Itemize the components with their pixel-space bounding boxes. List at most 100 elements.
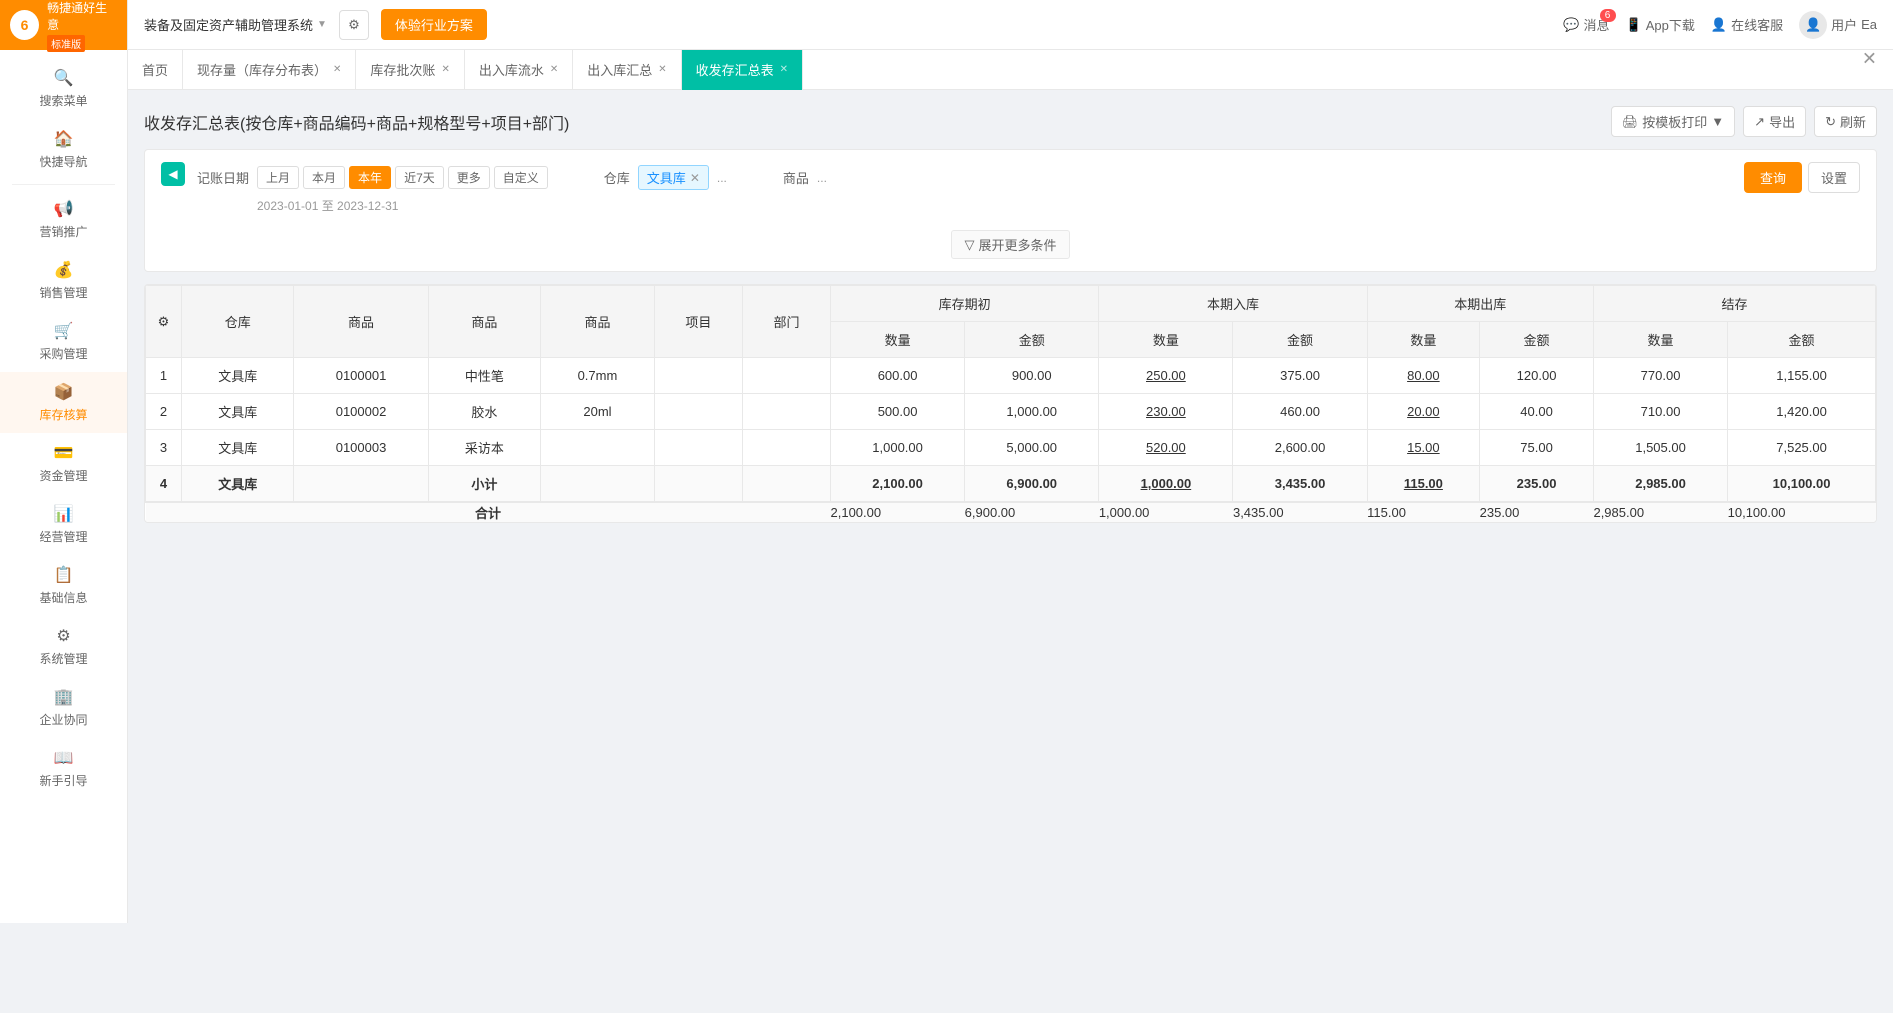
row-goods-spec bbox=[541, 430, 655, 466]
row-in-qty[interactable]: 1,000.00 bbox=[1099, 466, 1233, 503]
sidebar-item-sales[interactable]: 💰 销售管理 bbox=[0, 250, 127, 311]
experience-button[interactable]: 体验行业方案 bbox=[381, 9, 487, 40]
footer-opening-qty: 2,100.00 bbox=[831, 502, 965, 522]
date-buttons: 上月 本月 本年 近7天 更多 自定义 bbox=[257, 166, 548, 189]
message-icon: 💬 bbox=[1563, 17, 1579, 33]
sidebar-item-purchase[interactable]: 🛒 采购管理 bbox=[0, 311, 127, 372]
online-service-button[interactable]: 👤 在线客服 bbox=[1711, 15, 1783, 34]
date-btn-last-month[interactable]: 上月 bbox=[257, 166, 299, 189]
row-in-qty[interactable]: 250.00 bbox=[1099, 358, 1233, 394]
filter-toggle-button[interactable]: ◀ bbox=[161, 162, 185, 186]
tab-in-out-summary-close[interactable]: ✕ bbox=[658, 64, 666, 75]
system-title-dropdown[interactable]: 装备及固定资产辅助管理系统 ▼ bbox=[144, 15, 327, 34]
service-icon: 👤 bbox=[1711, 17, 1727, 33]
sidebar-item-search[interactable]: 🔍 搜索菜单 bbox=[0, 58, 127, 119]
tab-inventory-dist[interactable]: 现存量（库存分布表） ✕ bbox=[183, 50, 356, 90]
goods-label: 商品 bbox=[783, 168, 809, 187]
row-goods-code bbox=[294, 466, 428, 503]
row-in-qty-link[interactable]: 520.00 bbox=[1146, 440, 1186, 455]
tab-in-out-flow-close[interactable]: ✕ bbox=[550, 64, 558, 75]
search-icon: 🔍 bbox=[54, 68, 74, 88]
guide-icon: 📖 bbox=[54, 748, 74, 768]
date-btn-more[interactable]: 更多 bbox=[448, 166, 490, 189]
warehouse-more-button[interactable]: ... bbox=[717, 171, 727, 185]
row-opening-qty: 1,000.00 bbox=[831, 430, 965, 466]
row-out-qty-link[interactable]: 20.00 bbox=[1407, 404, 1440, 419]
sidebar-item-inventory[interactable]: 📦 库存核算 bbox=[0, 372, 127, 433]
row-out-qty-link[interactable]: 115.00 bbox=[1404, 476, 1443, 491]
dropdown-arrow-icon: ▼ bbox=[317, 19, 327, 30]
settings-button[interactable]: ⚙ bbox=[339, 10, 369, 40]
col-balance-amt-header: 金额 bbox=[1728, 322, 1876, 358]
sidebar-item-guide[interactable]: 📖 新手引导 bbox=[0, 738, 127, 799]
tabbar-close-all[interactable]: ✕ bbox=[1846, 49, 1893, 70]
date-btn-this-month[interactable]: 本月 bbox=[303, 166, 345, 189]
row-department bbox=[742, 358, 830, 394]
sidebar-item-operations[interactable]: 📊 经营管理 bbox=[0, 494, 127, 555]
row-in-qty[interactable]: 230.00 bbox=[1099, 394, 1233, 430]
topbar: 装备及固定资产辅助管理系统 ▼ ⚙ 体验行业方案 💬 消息 6 📱 App下载 … bbox=[128, 0, 1893, 50]
purchase-icon: 🛒 bbox=[54, 321, 74, 341]
col-project-header: 项目 bbox=[654, 286, 742, 358]
export-button[interactable]: ↗ 导出 bbox=[1743, 106, 1806, 137]
user-menu[interactable]: 👤 用户 Ea bbox=[1799, 11, 1877, 39]
tab-in-out-summary[interactable]: 出入库汇总 ✕ bbox=[573, 50, 681, 90]
expand-down-icon: ▽ bbox=[964, 237, 974, 253]
date-btn-custom[interactable]: 自定义 bbox=[494, 166, 548, 189]
tab-batch-close[interactable]: ✕ bbox=[441, 64, 449, 75]
row-out-qty[interactable]: 20.00 bbox=[1367, 394, 1480, 430]
sidebar-item-enterprise[interactable]: 🏢 企业协同 bbox=[0, 677, 127, 738]
row-out-qty[interactable]: 115.00 bbox=[1367, 466, 1480, 503]
goods-filter: 商品 ... bbox=[783, 168, 827, 187]
row-goods-spec: 20ml bbox=[541, 394, 655, 430]
settings-form-button[interactable]: 设置 bbox=[1808, 162, 1860, 193]
footer-balance-qty: 2,985.00 bbox=[1593, 502, 1727, 522]
row-in-qty-link[interactable]: 250.00 bbox=[1146, 368, 1186, 383]
row-in-qty[interactable]: 520.00 bbox=[1099, 430, 1233, 466]
row-in-qty-link[interactable]: 230.00 bbox=[1146, 404, 1186, 419]
row-warehouse: 文具库 bbox=[182, 466, 294, 503]
home-icon: 🏠 bbox=[54, 129, 74, 149]
print-button[interactable]: 🖨 按模板打印 ▼ bbox=[1611, 106, 1735, 137]
row-out-qty[interactable]: 15.00 bbox=[1367, 430, 1480, 466]
sidebar-item-marketing[interactable]: 📢 营销推广 bbox=[0, 189, 127, 250]
sidebar-item-system[interactable]: ⚙ 系统管理 bbox=[0, 616, 127, 677]
col-opening-amt-header: 金额 bbox=[965, 322, 1099, 358]
date-btn-this-year[interactable]: 本年 bbox=[349, 166, 391, 189]
row-goods-spec: 0.7mm bbox=[541, 358, 655, 394]
tab-inventory-dist-close[interactable]: ✕ bbox=[333, 64, 341, 75]
tab-collect-summary-close[interactable]: ✕ bbox=[780, 64, 788, 75]
row-opening-qty: 2,100.00 bbox=[831, 466, 965, 503]
row-balance-qty: 1,505.00 bbox=[1593, 430, 1727, 466]
row-project bbox=[654, 394, 742, 430]
expand-button[interactable]: ▽ 展开更多条件 bbox=[951, 230, 1069, 259]
filter-row-1: 记账日期 上月 本月 本年 近7天 更多 自定义 仓库 文 bbox=[197, 162, 1860, 193]
app-download-button[interactable]: 📱 App下载 bbox=[1626, 15, 1695, 34]
row-in-qty-link[interactable]: 1,000.00 bbox=[1141, 476, 1192, 491]
row-out-qty-link[interactable]: 15.00 bbox=[1407, 440, 1440, 455]
message-button[interactable]: 💬 消息 6 bbox=[1563, 15, 1609, 34]
query-button[interactable]: 查询 bbox=[1744, 162, 1802, 193]
tab-in-out-flow[interactable]: 出入库流水 ✕ bbox=[465, 50, 573, 90]
refresh-button[interactable]: ↻ 刷新 bbox=[1814, 106, 1877, 137]
sidebar-item-label: 新手引导 bbox=[39, 772, 87, 789]
row-out-qty[interactable]: 80.00 bbox=[1367, 358, 1480, 394]
sidebar-item-quick-nav[interactable]: 🏠 快捷导航 bbox=[0, 119, 127, 180]
gear-icon: ⚙ bbox=[348, 17, 360, 33]
row-in-amt: 3,435.00 bbox=[1233, 466, 1367, 503]
tab-batch[interactable]: 库存批次账 ✕ bbox=[356, 50, 464, 90]
row-out-qty-link[interactable]: 80.00 bbox=[1407, 368, 1440, 383]
sidebar-item-finance[interactable]: 💳 资金管理 bbox=[0, 433, 127, 494]
goods-more-button[interactable]: ... bbox=[817, 171, 827, 185]
row-department bbox=[742, 430, 830, 466]
sidebar-item-basic-info[interactable]: 📋 基础信息 bbox=[0, 555, 127, 616]
tab-home[interactable]: 首页 bbox=[128, 50, 183, 90]
row-goods-code: 0100003 bbox=[294, 430, 428, 466]
app-download-label: App下载 bbox=[1646, 15, 1695, 34]
date-btn-7days[interactable]: 近7天 bbox=[395, 166, 444, 189]
col-department-header: 部门 bbox=[742, 286, 830, 358]
row-opening-qty: 600.00 bbox=[831, 358, 965, 394]
warehouse-remove-button[interactable]: ✕ bbox=[690, 171, 700, 185]
col-settings[interactable]: ⚙ bbox=[146, 286, 182, 358]
tab-collect-summary[interactable]: 收发存汇总表 ✕ bbox=[682, 50, 803, 90]
